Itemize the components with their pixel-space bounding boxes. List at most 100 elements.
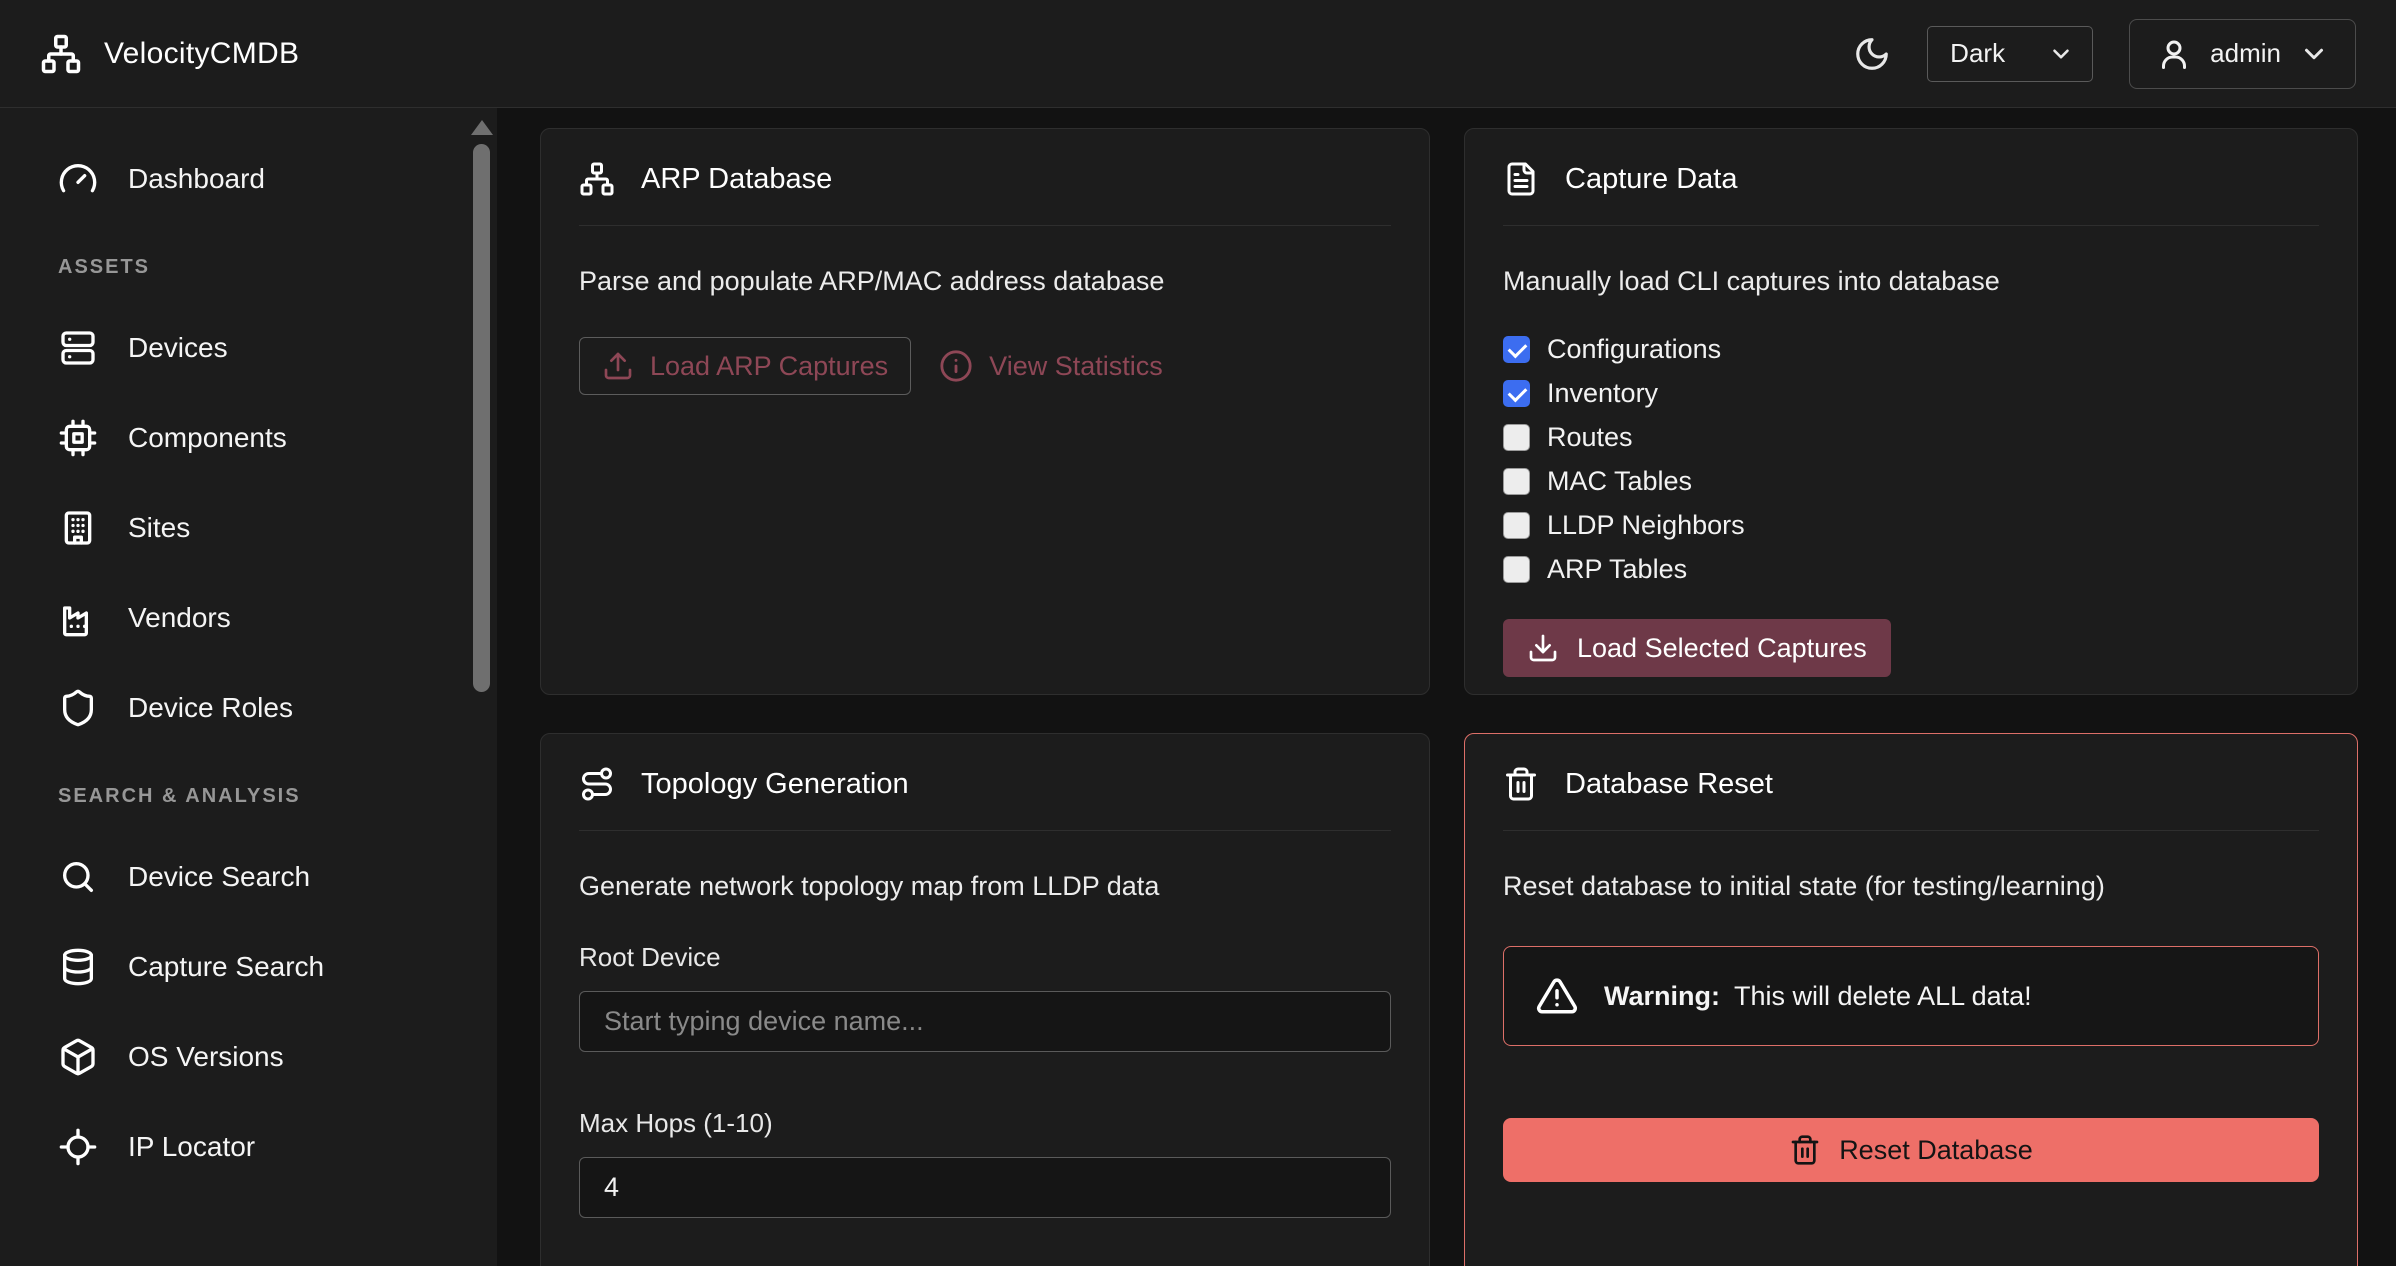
network-icon — [40, 33, 82, 75]
root-device-input[interactable] — [579, 991, 1391, 1052]
max-hops-input[interactable] — [579, 1157, 1391, 1218]
sidebar-item-label: Devices — [128, 332, 228, 364]
button-label: Load ARP Captures — [650, 351, 888, 382]
file-text-icon — [1503, 161, 1539, 197]
button-label: Reset Database — [1839, 1135, 2033, 1166]
checkbox-label: LLDP Neighbors — [1547, 510, 1745, 541]
checkbox-row-inventory[interactable]: Inventory — [1503, 371, 2319, 415]
download-icon — [1527, 632, 1559, 664]
moon-icon[interactable] — [1853, 35, 1891, 73]
load-arp-captures-button[interactable]: Load ARP Captures — [579, 337, 911, 395]
network-icon — [579, 161, 615, 197]
scroll-up-arrow[interactable] — [471, 120, 493, 135]
header: VelocityCMDB Dark admin — [0, 0, 2396, 108]
brand: VelocityCMDB — [40, 33, 299, 75]
checkbox-row-mac-tables[interactable]: MAC Tables — [1503, 459, 2319, 503]
chevron-down-icon — [2299, 39, 2329, 69]
card-title: Database Reset — [1565, 768, 1773, 801]
checkbox-row-routes[interactable]: Routes — [1503, 415, 2319, 459]
card-arp-database: ARP Database Parse and populate ARP/MAC … — [540, 128, 1430, 695]
sidebar-item-sites[interactable]: Sites — [58, 499, 497, 557]
sidebar-item-devices[interactable]: Devices — [58, 319, 497, 377]
sidebar-item-label: OS Versions — [128, 1041, 284, 1073]
warning-text: Warning: This will delete ALL data! — [1604, 981, 2032, 1012]
sidebar-item-device-search[interactable]: Device Search — [58, 848, 497, 906]
checkbox-label: MAC Tables — [1547, 466, 1692, 497]
card-description: Parse and populate ARP/MAC address datab… — [579, 266, 1391, 297]
sidebar-section-search-analysis: SEARCH & ANALYSIS — [58, 785, 497, 808]
warning-banner: Warning: This will delete ALL data! — [1503, 946, 2319, 1046]
sidebar-item-label: Sites — [128, 512, 190, 544]
sidebar-item-label: Capture Search — [128, 951, 324, 983]
checkbox-row-lldp-neighbors[interactable]: LLDP Neighbors — [1503, 503, 2319, 547]
upload-icon — [602, 350, 634, 382]
card-description: Reset database to initial state (for tes… — [1503, 871, 2319, 902]
checkbox-label: ARP Tables — [1547, 554, 1687, 585]
capture-type-checkbox-group: Configurations Inventory Routes MAC Tabl… — [1503, 327, 2319, 591]
reset-database-button[interactable]: Reset Database — [1503, 1118, 2319, 1182]
locate-icon — [58, 1127, 98, 1167]
checkbox[interactable] — [1503, 512, 1530, 539]
card-topology-generation: Topology Generation Generate network top… — [540, 733, 1430, 1266]
sidebar-item-dashboard[interactable]: Dashboard — [58, 150, 497, 208]
checkbox[interactable] — [1503, 468, 1530, 495]
card-database-reset: Database Reset Reset database to initial… — [1464, 733, 2358, 1266]
user-icon — [2156, 36, 2192, 72]
package-icon — [58, 1037, 98, 1077]
card-title: Topology Generation — [641, 768, 909, 801]
user-menu-button[interactable]: admin — [2129, 19, 2356, 89]
sidebar-item-label: Device Search — [128, 861, 310, 893]
checkbox-label: Configurations — [1547, 334, 1721, 365]
theme-select[interactable]: Dark — [1927, 26, 2093, 82]
user-name: admin — [2210, 38, 2281, 69]
sidebar-item-ip-locator[interactable]: IP Locator — [58, 1118, 497, 1176]
card-title: ARP Database — [641, 163, 832, 196]
sidebar-item-label: IP Locator — [128, 1131, 255, 1163]
view-statistics-button[interactable]: View Statistics — [939, 337, 1163, 395]
root-device-label: Root Device — [579, 942, 1391, 973]
warning-label: Warning: — [1604, 981, 1720, 1011]
max-hops-label: Max Hops (1-10) — [579, 1108, 1391, 1139]
server-icon — [58, 328, 98, 368]
info-icon — [939, 349, 973, 383]
sidebar-item-components[interactable]: Components — [58, 409, 497, 467]
sidebar-section-assets: ASSETS — [58, 256, 497, 279]
main-content: ARP Database Parse and populate ARP/MAC … — [497, 108, 2396, 1266]
shield-icon — [58, 688, 98, 728]
building-icon — [58, 508, 98, 548]
sidebar-item-vendors[interactable]: Vendors — [58, 589, 497, 647]
cpu-icon — [58, 418, 98, 458]
scrollbar-thumb[interactable] — [473, 144, 490, 692]
database-icon — [58, 947, 98, 987]
checkbox-label: Routes — [1547, 422, 1633, 453]
card-title: Capture Data — [1565, 163, 1738, 196]
sidebar-item-os-versions[interactable]: OS Versions — [58, 1028, 497, 1086]
chevron-down-icon — [2048, 41, 2074, 67]
checkbox[interactable] — [1503, 556, 1530, 583]
warning-message: This will delete ALL data! — [1734, 981, 2032, 1011]
route-icon — [579, 766, 615, 802]
sidebar-item-capture-search[interactable]: Capture Search — [58, 938, 497, 996]
checkbox-label: Inventory — [1547, 378, 1658, 409]
app-title: VelocityCMDB — [104, 37, 299, 71]
factory-icon — [58, 598, 98, 638]
card-description: Manually load CLI captures into database — [1503, 266, 2319, 297]
sidebar-item-label: Components — [128, 422, 287, 454]
sidebar-item-label: Device Roles — [128, 692, 293, 724]
button-label: Load Selected Captures — [1577, 633, 1867, 664]
checkbox[interactable] — [1503, 424, 1530, 451]
search-icon — [58, 857, 98, 897]
checkbox-row-configurations[interactable]: Configurations — [1503, 327, 2319, 371]
card-capture-data: Capture Data Manually load CLI captures … — [1464, 128, 2358, 695]
gauge-icon — [58, 159, 98, 199]
load-selected-captures-button[interactable]: Load Selected Captures — [1503, 619, 1891, 677]
checkbox-row-arp-tables[interactable]: ARP Tables — [1503, 547, 2319, 591]
button-label: View Statistics — [989, 351, 1163, 382]
sidebar-item-label: Dashboard — [128, 163, 265, 195]
checkbox[interactable] — [1503, 336, 1530, 363]
checkbox[interactable] — [1503, 380, 1530, 407]
sidebar-item-device-roles[interactable]: Device Roles — [58, 679, 497, 737]
trash-icon — [1503, 766, 1539, 802]
theme-select-value: Dark — [1950, 38, 2005, 69]
trash-icon — [1789, 1134, 1821, 1166]
